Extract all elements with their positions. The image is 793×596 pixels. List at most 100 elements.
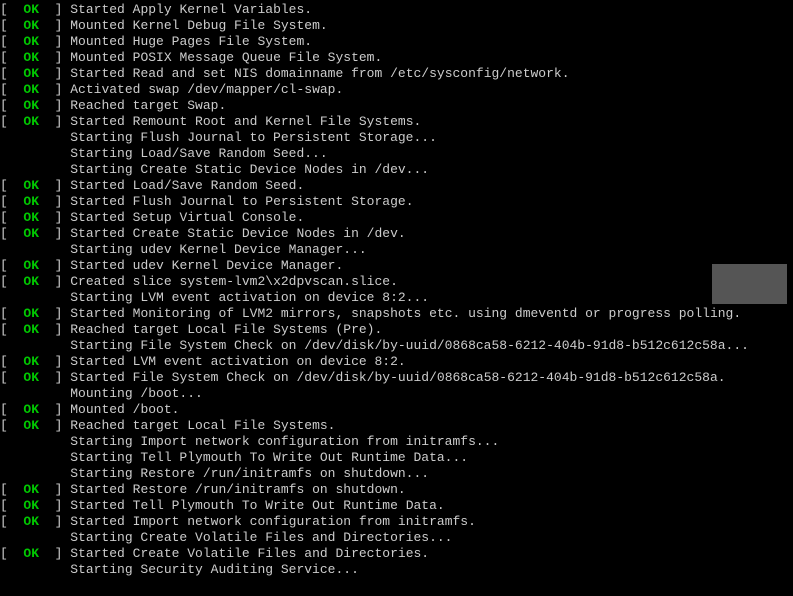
boot-message: Started Load/Save Random Seed.: [70, 178, 304, 194]
boot-message: Activated swap /dev/mapper/cl-swap.: [70, 82, 343, 98]
status-ok: OK: [23, 258, 39, 274]
boot-message: Reached target Local File Systems (Pre).: [70, 322, 382, 338]
boot-message: Started Remount Root and Kernel File Sys…: [70, 114, 421, 130]
boot-line: Starting Flush Journal to Persistent Sto…: [0, 130, 793, 146]
indent: [0, 162, 70, 178]
status-ok: OK: [23, 498, 39, 514]
boot-message: Starting Tell Plymouth To Write Out Runt…: [70, 450, 468, 466]
indent: [0, 290, 70, 306]
boot-message: Started Import network configuration fro…: [70, 514, 476, 530]
bracket-close: ]: [39, 18, 70, 34]
boot-message: Starting Flush Journal to Persistent Sto…: [70, 130, 437, 146]
status-ok: OK: [23, 18, 39, 34]
boot-line: [ OK ] Activated swap /dev/mapper/cl-swa…: [0, 82, 793, 98]
boot-message: Starting udev Kernel Device Manager...: [70, 242, 366, 258]
status-ok: OK: [23, 2, 39, 18]
boot-message: Started udev Kernel Device Manager.: [70, 258, 343, 274]
status-ok: OK: [23, 66, 39, 82]
status-ok: OK: [23, 226, 39, 242]
boot-message: Started File System Check on /dev/disk/b…: [70, 370, 725, 386]
boot-line: [ OK ] Started Create Volatile Files and…: [0, 546, 793, 562]
boot-line: Starting File System Check on /dev/disk/…: [0, 338, 793, 354]
boot-line: Starting Import network configuration fr…: [0, 434, 793, 450]
boot-line: [ OK ] Mounted /boot.: [0, 402, 793, 418]
status-ok: OK: [23, 114, 39, 130]
boot-message: Reached target Local File Systems.: [70, 418, 335, 434]
bracket-open: [: [0, 418, 23, 434]
bracket-open: [: [0, 306, 23, 322]
boot-message: Starting LVM event activation on device …: [70, 290, 429, 306]
status-ok: OK: [23, 482, 39, 498]
boot-line: [ OK ] Reached target Swap.: [0, 98, 793, 114]
bracket-open: [: [0, 2, 23, 18]
boot-line: Starting Create Static Device Nodes in /…: [0, 162, 793, 178]
boot-line: Starting Create Volatile Files and Direc…: [0, 530, 793, 546]
status-ok: OK: [23, 402, 39, 418]
indent: [0, 530, 70, 546]
status-ok: OK: [23, 418, 39, 434]
boot-message: Started Monitoring of LVM2 mirrors, snap…: [70, 306, 741, 322]
bracket-close: ]: [39, 482, 70, 498]
boot-line: Starting Load/Save Random Seed...: [0, 146, 793, 162]
bracket-close: ]: [39, 82, 70, 98]
status-ok: OK: [23, 370, 39, 386]
bracket-open: [: [0, 514, 23, 530]
bracket-close: ]: [39, 306, 70, 322]
boot-message: Started Flush Journal to Persistent Stor…: [70, 194, 413, 210]
bracket-close: ]: [39, 34, 70, 50]
bracket-open: [: [0, 498, 23, 514]
boot-line: Starting udev Kernel Device Manager...: [0, 242, 793, 258]
boot-message: Starting Create Static Device Nodes in /…: [70, 162, 429, 178]
bracket-close: ]: [39, 258, 70, 274]
boot-message: Reached target Swap.: [70, 98, 226, 114]
bracket-open: [: [0, 194, 23, 210]
bracket-open: [: [0, 34, 23, 50]
boot-message: Starting Import network configuration fr…: [70, 434, 499, 450]
boot-line: [ OK ] Started Restore /run/initramfs on…: [0, 482, 793, 498]
indent: [0, 386, 70, 402]
bracket-close: ]: [39, 2, 70, 18]
boot-line: [ OK ] Started Setup Virtual Console.: [0, 210, 793, 226]
bracket-close: ]: [39, 370, 70, 386]
boot-message: Started Create Volatile Files and Direct…: [70, 546, 429, 562]
bracket-close: ]: [39, 50, 70, 66]
boot-message: Started Restore /run/initramfs on shutdo…: [70, 482, 405, 498]
bracket-close: ]: [39, 274, 70, 290]
boot-message: Starting Load/Save Random Seed...: [70, 146, 327, 162]
status-ok: OK: [23, 194, 39, 210]
bracket-open: [: [0, 82, 23, 98]
boot-line: [ OK ] Started Tell Plymouth To Write Ou…: [0, 498, 793, 514]
bracket-open: [: [0, 210, 23, 226]
boot-line: [ OK ] Started File System Check on /dev…: [0, 370, 793, 386]
bracket-close: ]: [39, 114, 70, 130]
scrollbar-thumb[interactable]: [712, 264, 787, 304]
boot-message: Mounting /boot...: [70, 386, 203, 402]
indent: [0, 450, 70, 466]
bracket-open: [: [0, 322, 23, 338]
boot-line: [ OK ] Mounted POSIX Message Queue File …: [0, 50, 793, 66]
boot-line: Mounting /boot...: [0, 386, 793, 402]
status-ok: OK: [23, 210, 39, 226]
boot-message: Mounted POSIX Message Queue File System.: [70, 50, 382, 66]
indent: [0, 466, 70, 482]
status-ok: OK: [23, 322, 39, 338]
bracket-open: [: [0, 18, 23, 34]
boot-message: Started Setup Virtual Console.: [70, 210, 304, 226]
indent: [0, 562, 70, 578]
status-ok: OK: [23, 274, 39, 290]
bracket-close: ]: [39, 98, 70, 114]
boot-message: Started Create Static Device Nodes in /d…: [70, 226, 405, 242]
status-ok: OK: [23, 98, 39, 114]
boot-line: [ OK ] Started Remount Root and Kernel F…: [0, 114, 793, 130]
boot-line: [ OK ] Started Monitoring of LVM2 mirror…: [0, 306, 793, 322]
boot-message: Started LVM event activation on device 8…: [70, 354, 405, 370]
bracket-open: [: [0, 226, 23, 242]
boot-line: [ OK ] Mounted Kernel Debug File System.: [0, 18, 793, 34]
boot-line: Starting Restore /run/initramfs on shutd…: [0, 466, 793, 482]
status-ok: OK: [23, 82, 39, 98]
boot-message: Starting Restore /run/initramfs on shutd…: [70, 466, 429, 482]
bracket-open: [: [0, 114, 23, 130]
indent: [0, 434, 70, 450]
boot-line: [ OK ] Started Create Static Device Node…: [0, 226, 793, 242]
status-ok: OK: [23, 546, 39, 562]
